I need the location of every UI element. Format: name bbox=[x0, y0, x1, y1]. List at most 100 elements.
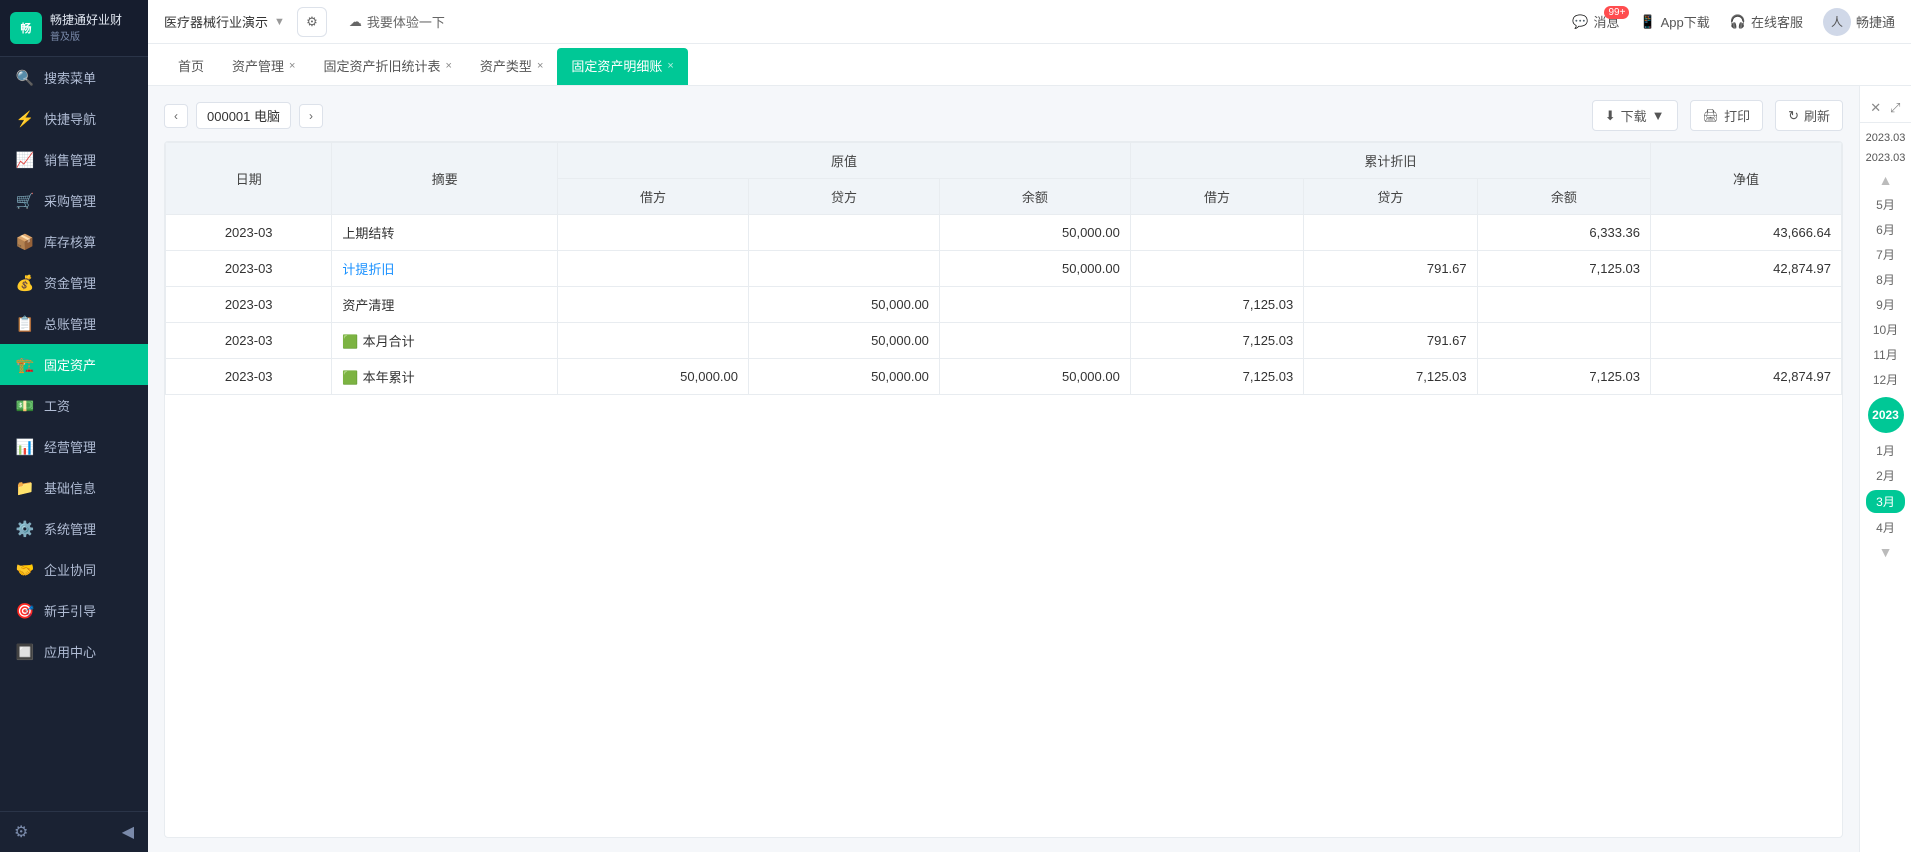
tab-home[interactable]: 首页 bbox=[164, 48, 218, 85]
month-2[interactable]: 2月 bbox=[1860, 464, 1911, 487]
table-row: 2023-03 🟩本年累计 50,000.00 50,000.00 50,000… bbox=[166, 359, 1842, 395]
month-12[interactable]: 12月 bbox=[1860, 368, 1911, 391]
row-summary-monthly: 🟩本月合计 bbox=[332, 323, 558, 359]
month-10[interactable]: 10月 bbox=[1860, 318, 1911, 341]
row-summary-yearly: 🟩本年累计 bbox=[332, 359, 558, 395]
month-6[interactable]: 6月 bbox=[1860, 218, 1911, 241]
sidebar-item-newbie[interactable]: 🎯 新手引导 bbox=[0, 590, 148, 631]
sidebar-item-search[interactable]: 🔍 搜索菜单 bbox=[0, 57, 148, 98]
sidebar-item-fixed-assets[interactable]: 🏗️ 固定资产 bbox=[0, 344, 148, 385]
sidebar-item-inventory[interactable]: 📦 库存核算 bbox=[0, 221, 148, 262]
row-accum-debit: 7,125.03 bbox=[1130, 359, 1303, 395]
row-accum-debit bbox=[1130, 251, 1303, 287]
search-icon: 🔍 bbox=[16, 69, 34, 87]
month-1[interactable]: 1月 bbox=[1860, 439, 1911, 462]
panel-down-arrow[interactable]: ▼ bbox=[1860, 541, 1911, 563]
sidebar-label-inventory: 库存核算 bbox=[44, 232, 96, 251]
row-date: 2023-03 bbox=[166, 359, 332, 395]
experience-label: 我要体验一下 bbox=[367, 12, 445, 31]
row-summary-link[interactable]: 计提折旧 bbox=[332, 251, 558, 287]
app-download-button[interactable]: 📱 App下载 bbox=[1639, 12, 1709, 31]
user-area[interactable]: 人 畅捷通 bbox=[1823, 8, 1895, 36]
col-orig-credit: 贷方 bbox=[749, 179, 940, 215]
sidebar-label-system: 系统管理 bbox=[44, 519, 96, 538]
sidebar-item-system[interactable]: ⚙️ 系统管理 bbox=[0, 508, 148, 549]
asset-prev-button[interactable]: ‹ bbox=[164, 104, 188, 128]
refresh-button[interactable]: ↻ 刷新 bbox=[1775, 100, 1843, 131]
customer-service-button[interactable]: 🎧 在线客服 bbox=[1730, 12, 1803, 31]
message-button[interactable]: 💬 消息 99+ bbox=[1572, 12, 1619, 31]
month-7[interactable]: 7月 bbox=[1860, 243, 1911, 266]
row-net-value bbox=[1651, 287, 1842, 323]
sidebar-footer: ⚙ ◀ bbox=[0, 811, 148, 852]
year-badge-2023[interactable]: 2023 bbox=[1868, 397, 1904, 433]
panel-expand-icon[interactable]: ⤢ bbox=[1886, 98, 1906, 118]
ledger-table-container: 日期 摘要 原值 累计折旧 净值 借方 贷方 余额 借方 贷方 余额 bbox=[164, 141, 1843, 838]
sidebar: 畅 畅捷通好业财 普及版 🔍 搜索菜单 ⚡ 快捷导航 📈 销售管理 🛒 采购管理… bbox=[0, 0, 148, 852]
row-accum-credit: 791.67 bbox=[1304, 323, 1477, 359]
sidebar-item-capital[interactable]: 💰 资金管理 bbox=[0, 262, 148, 303]
sidebar-item-payroll[interactable]: 💵 工资 bbox=[0, 385, 148, 426]
print-label: 打印 bbox=[1724, 106, 1750, 125]
headset-icon: 🎧 bbox=[1730, 14, 1746, 30]
sidebar-item-quick-nav[interactable]: ⚡ 快捷导航 bbox=[0, 98, 148, 139]
month-5[interactable]: 5月 bbox=[1860, 193, 1911, 216]
row-accum-debit: 7,125.03 bbox=[1130, 287, 1303, 323]
main-area: 医疗器械行业演示 ▼ ⚙ ☁ 我要体验一下 💬 消息 99+ 📱 App下载 🎧… bbox=[148, 0, 1911, 852]
asset-next-button[interactable]: › bbox=[299, 104, 323, 128]
month-3-active[interactable]: 3月 bbox=[1866, 490, 1905, 513]
row-accum-balance: 6,333.36 bbox=[1477, 215, 1650, 251]
col-net-value: 净值 bbox=[1651, 143, 1842, 215]
print-button[interactable]: 🖨 打印 bbox=[1690, 100, 1764, 131]
tab-asset-type[interactable]: 资产类型 × bbox=[466, 48, 557, 85]
sidebar-label-search: 搜索菜单 bbox=[44, 68, 96, 87]
tab-asset-detail[interactable]: 固定资产明细账 × bbox=[557, 48, 687, 85]
month-11[interactable]: 11月 bbox=[1860, 343, 1911, 366]
cloud-icon: ☁ bbox=[349, 14, 362, 30]
tab-asset-detail-close[interactable]: × bbox=[667, 60, 673, 72]
collapse-icon[interactable]: ◀ bbox=[122, 822, 134, 842]
sidebar-item-sales[interactable]: 📈 销售管理 bbox=[0, 139, 148, 180]
tab-asset-mgmt[interactable]: 资产管理 × bbox=[218, 48, 309, 85]
topbar: 医疗器械行业演示 ▼ ⚙ ☁ 我要体验一下 💬 消息 99+ 📱 App下载 🎧… bbox=[148, 0, 1911, 44]
company-name: 医疗器械行业演示 bbox=[164, 12, 268, 31]
settings-footer-icon[interactable]: ⚙ bbox=[14, 822, 28, 842]
sidebar-item-app-center[interactable]: 🔲 应用中心 bbox=[0, 631, 148, 672]
sidebar-item-enterprise[interactable]: 🤝 企业协同 bbox=[0, 549, 148, 590]
sidebar-item-base-info[interactable]: 📁 基础信息 bbox=[0, 467, 148, 508]
row-accum-credit: 7,125.03 bbox=[1304, 359, 1477, 395]
tab-asset-mgmt-close[interactable]: × bbox=[289, 60, 295, 72]
panel-year-label-1[interactable]: 2023.03 bbox=[1866, 129, 1906, 147]
row-net-value: 42,874.97 bbox=[1651, 251, 1842, 287]
row-net-value: 42,874.97 bbox=[1651, 359, 1842, 395]
row-orig-balance: 50,000.00 bbox=[939, 215, 1130, 251]
tab-depreciation-stat[interactable]: 固定资产折旧统计表 × bbox=[309, 48, 465, 85]
month-4[interactable]: 4月 bbox=[1860, 516, 1911, 539]
row-orig-balance: 50,000.00 bbox=[939, 359, 1130, 395]
experience-button[interactable]: ☁ 我要体验一下 bbox=[339, 8, 455, 35]
message-icon: 💬 bbox=[1572, 14, 1588, 30]
company-selector[interactable]: 医疗器械行业演示 ▼ bbox=[164, 12, 285, 31]
operation-icon: 📊 bbox=[16, 438, 34, 456]
panel-close-icon[interactable]: ✕ bbox=[1866, 98, 1886, 118]
tab-depreciation-stat-close[interactable]: × bbox=[445, 60, 451, 72]
sidebar-item-operation[interactable]: 📊 经营管理 bbox=[0, 426, 148, 467]
month-9[interactable]: 9月 bbox=[1860, 293, 1911, 316]
enterprise-icon: 🤝 bbox=[16, 561, 34, 579]
panel-up-arrow[interactable]: ▲ bbox=[1860, 169, 1911, 191]
topbar-right: 💬 消息 99+ 📱 App下载 🎧 在线客服 人 畅捷通 bbox=[1572, 8, 1895, 36]
tab-asset-type-close[interactable]: × bbox=[537, 60, 543, 72]
sidebar-item-purchase[interactable]: 🛒 采购管理 bbox=[0, 180, 148, 221]
download-button[interactable]: ⬇ 下载 ▼ bbox=[1592, 100, 1678, 131]
logo-text-area: 畅捷通好业财 普及版 bbox=[50, 13, 122, 44]
download-arrow: ▼ bbox=[1652, 108, 1665, 123]
refresh-icon: ↻ bbox=[1788, 108, 1799, 124]
sidebar-label-newbie: 新手引导 bbox=[44, 601, 96, 620]
col-accum-balance: 余额 bbox=[1477, 179, 1650, 215]
panel-year-label-2[interactable]: 2023.03 bbox=[1866, 149, 1906, 167]
row-accum-balance bbox=[1477, 323, 1650, 359]
sidebar-item-ledger[interactable]: 📋 总账管理 bbox=[0, 303, 148, 344]
settings-button[interactable]: ⚙ bbox=[297, 7, 327, 37]
download-label: 下载 bbox=[1621, 106, 1647, 125]
month-8[interactable]: 8月 bbox=[1860, 268, 1911, 291]
